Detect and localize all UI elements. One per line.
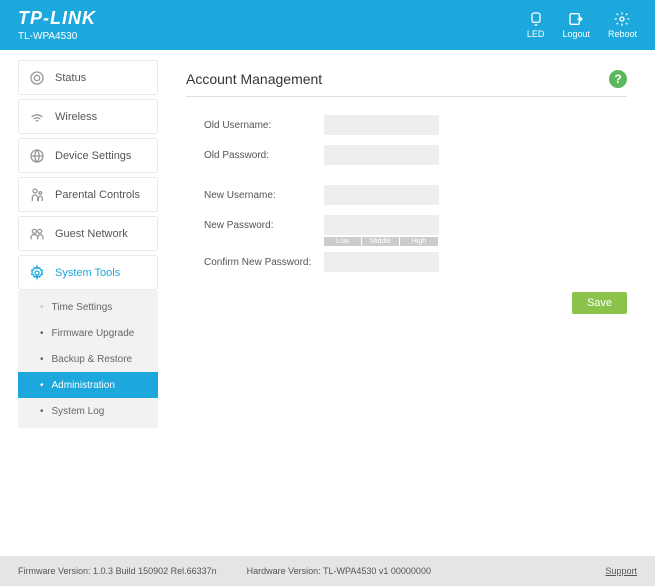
account-form: Old Username: Old Password: New Username… <box>186 115 627 272</box>
header-branding: TP-LINK TL-WPA4530 <box>18 8 96 42</box>
status-icon <box>29 70 45 86</box>
sidebar-item-label: Wireless <box>55 111 97 123</box>
sidebar-item-status[interactable]: Status <box>18 60 158 95</box>
old-password-input[interactable] <box>324 145 439 165</box>
sidebar-item-label: Parental Controls <box>55 189 140 201</box>
subnav-system-log[interactable]: System Log <box>18 398 158 424</box>
sidebar-item-guest-network[interactable]: Guest Network <box>18 216 158 251</box>
sidebar-item-device-settings[interactable]: Device Settings <box>18 138 158 173</box>
firmware-version: Firmware Version: 1.0.3 Build 150902 Rel… <box>18 566 217 576</box>
new-username-input[interactable] <box>324 185 439 205</box>
page-title: Account Management <box>186 71 322 87</box>
logout-label: Logout <box>562 29 590 39</box>
header-actions: LED Logout Reboot <box>527 11 637 39</box>
new-username-label: New Username: <box>204 190 324 201</box>
support-link[interactable]: Support <box>605 566 637 576</box>
new-password-input[interactable] <box>324 215 439 235</box>
logo: TP-LINK <box>18 8 96 29</box>
sidebar-item-parental-controls[interactable]: Parental Controls <box>18 177 158 212</box>
wireless-icon <box>29 109 45 125</box>
subnav-administration[interactable]: Administration <box>18 372 158 398</box>
reboot-icon <box>614 11 630 27</box>
subnav-backup-restore[interactable]: Backup & Restore <box>18 346 158 372</box>
led-icon <box>528 11 544 27</box>
sidebar-item-wireless[interactable]: Wireless <box>18 99 158 134</box>
old-password-label: Old Password: <box>204 150 324 161</box>
sidebar-item-label: Guest Network <box>55 228 128 240</box>
footer: Firmware Version: 1.0.3 Build 150902 Rel… <box>0 556 655 586</box>
logout-button[interactable]: Logout <box>562 11 590 39</box>
model-number: TL-WPA4530 <box>18 31 96 42</box>
strength-high: High <box>400 237 438 246</box>
sidebar-item-label: Device Settings <box>55 150 131 162</box>
old-username-input[interactable] <box>324 115 439 135</box>
sidebar-item-label: Status <box>55 72 86 84</box>
subnav-firmware-upgrade[interactable]: Firmware Upgrade <box>18 320 158 346</box>
confirm-password-input[interactable] <box>324 252 439 272</box>
led-label: LED <box>527 29 545 39</box>
sidebar: Status Wireless Device Settings Parental… <box>0 50 158 540</box>
confirm-password-label: Confirm New Password: <box>204 257 324 268</box>
logout-icon <box>568 11 584 27</box>
subnav-time-settings[interactable]: Time Settings <box>18 294 158 320</box>
gear-icon <box>29 265 45 281</box>
password-strength-bar: Low Middle High <box>324 237 627 246</box>
save-button[interactable]: Save <box>572 292 627 314</box>
strength-middle: Middle <box>362 237 400 246</box>
guest-icon <box>29 226 45 242</box>
strength-low: Low <box>324 237 362 246</box>
old-username-label: Old Username: <box>204 120 324 131</box>
main-content: Account Management ? Old Username: Old P… <box>158 50 655 540</box>
reboot-label: Reboot <box>608 29 637 39</box>
sidebar-item-system-tools[interactable]: System Tools <box>18 255 158 290</box>
hardware-version: Hardware Version: TL-WPA4530 v1 00000000 <box>247 566 431 576</box>
parental-icon <box>29 187 45 203</box>
globe-icon <box>29 148 45 164</box>
help-icon[interactable]: ? <box>609 70 627 88</box>
app-header: TP-LINK TL-WPA4530 LED Logout Reboot <box>0 0 655 50</box>
reboot-button[interactable]: Reboot <box>608 11 637 39</box>
new-password-label: New Password: <box>204 220 324 231</box>
led-button[interactable]: LED <box>527 11 545 39</box>
sidebar-item-label: System Tools <box>55 267 120 279</box>
subnav: Time Settings Firmware Upgrade Backup & … <box>18 290 158 428</box>
